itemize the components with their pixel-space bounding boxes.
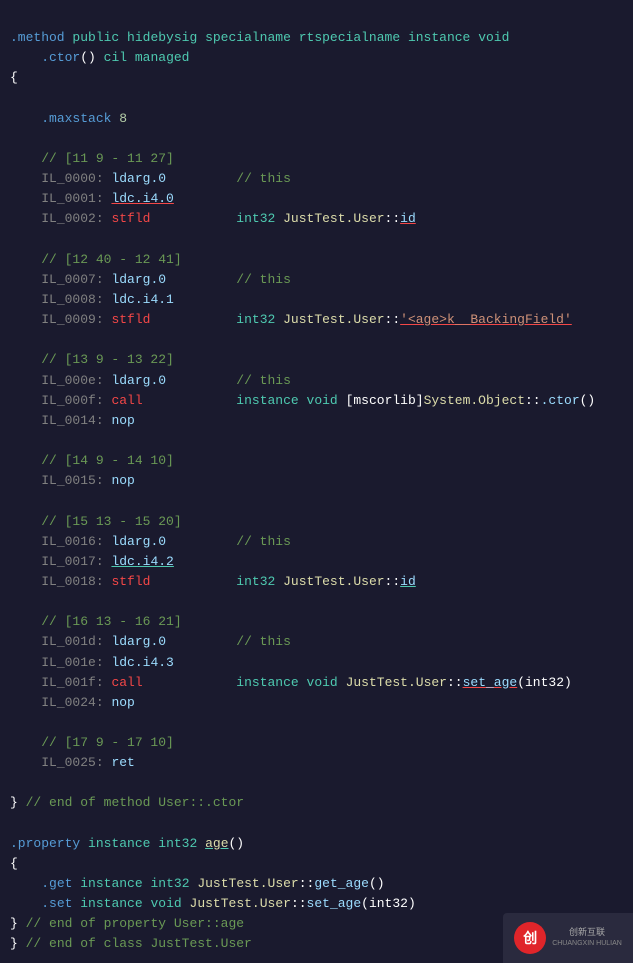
code-line: IL_000f: call instance void [mscorlib]Sy… [10, 391, 623, 411]
code-line: // [11 9 - 11 27] [10, 149, 623, 169]
code-line [10, 431, 623, 451]
code-line: IL_0000: ldarg.0 // this [10, 169, 623, 189]
code-line: // [15 13 - 15 20] [10, 512, 623, 532]
code-line: IL_0008: ldc.i4.1 [10, 290, 623, 310]
watermark-text: 创新互联 CHUANGXIN HULIAN [552, 927, 622, 948]
code-line: // [16 13 - 16 21] [10, 612, 623, 632]
code-line: // [14 9 - 14 10] [10, 451, 623, 471]
code-line: } // end of method User::.ctor [10, 793, 623, 813]
code-line: IL_0018: stfld int32 JustTest.User::id [10, 572, 623, 592]
code-line [10, 89, 623, 109]
code-line [10, 592, 623, 612]
code-line: IL_0015: nop [10, 471, 623, 491]
code-line: IL_001d: ldarg.0 // this [10, 632, 623, 652]
code-line: .set instance void JustTest.User::set_ag… [10, 894, 623, 914]
code-line: IL_0017: ldc.i4.2 [10, 552, 623, 572]
code-line: IL_000e: ldarg.0 // this [10, 371, 623, 391]
code-line [10, 491, 623, 511]
code-line: IL_0007: ldarg.0 // this [10, 270, 623, 290]
code-line: { [10, 68, 623, 88]
code-line: .maxstack 8 [10, 109, 623, 129]
code-line: .ctor() cil managed [10, 48, 623, 68]
code-line [10, 230, 623, 250]
code-line: IL_0024: nop [10, 693, 623, 713]
code-line: // [17 9 - 17 10] [10, 733, 623, 753]
code-line: .method public hidebysig specialname rts… [10, 28, 623, 48]
code-line [10, 773, 623, 793]
code-line [10, 814, 623, 834]
code-line: IL_0025: ret [10, 753, 623, 773]
watermark-logo: 创 [514, 922, 546, 954]
code-line: IL_0014: nop [10, 411, 623, 431]
code-line: // [13 9 - 13 22] [10, 350, 623, 370]
code-line: // [12 40 - 12 41] [10, 250, 623, 270]
watermark: 创 创新互联 CHUANGXIN HULIAN [503, 913, 633, 963]
code-line: IL_0002: stfld int32 JustTest.User::id [10, 209, 623, 229]
code-line: { [10, 854, 623, 874]
code-viewer: .method public hidebysig specialname rts… [0, 0, 633, 963]
code-line [10, 129, 623, 149]
code-line: .property instance int32 age() [10, 834, 623, 854]
code-line: IL_001f: call instance void JustTest.Use… [10, 673, 623, 693]
code-line [10, 330, 623, 350]
code-line: .get instance int32 JustTest.User::get_a… [10, 874, 623, 894]
code-line: IL_001e: ldc.i4.3 [10, 653, 623, 673]
code-line: IL_0009: stfld int32 JustTest.User::'<ag… [10, 310, 623, 330]
code-line: IL_0001: ldc.i4.0 [10, 189, 623, 209]
code-line: IL_0016: ldarg.0 // this [10, 532, 623, 552]
code-line [10, 713, 623, 733]
